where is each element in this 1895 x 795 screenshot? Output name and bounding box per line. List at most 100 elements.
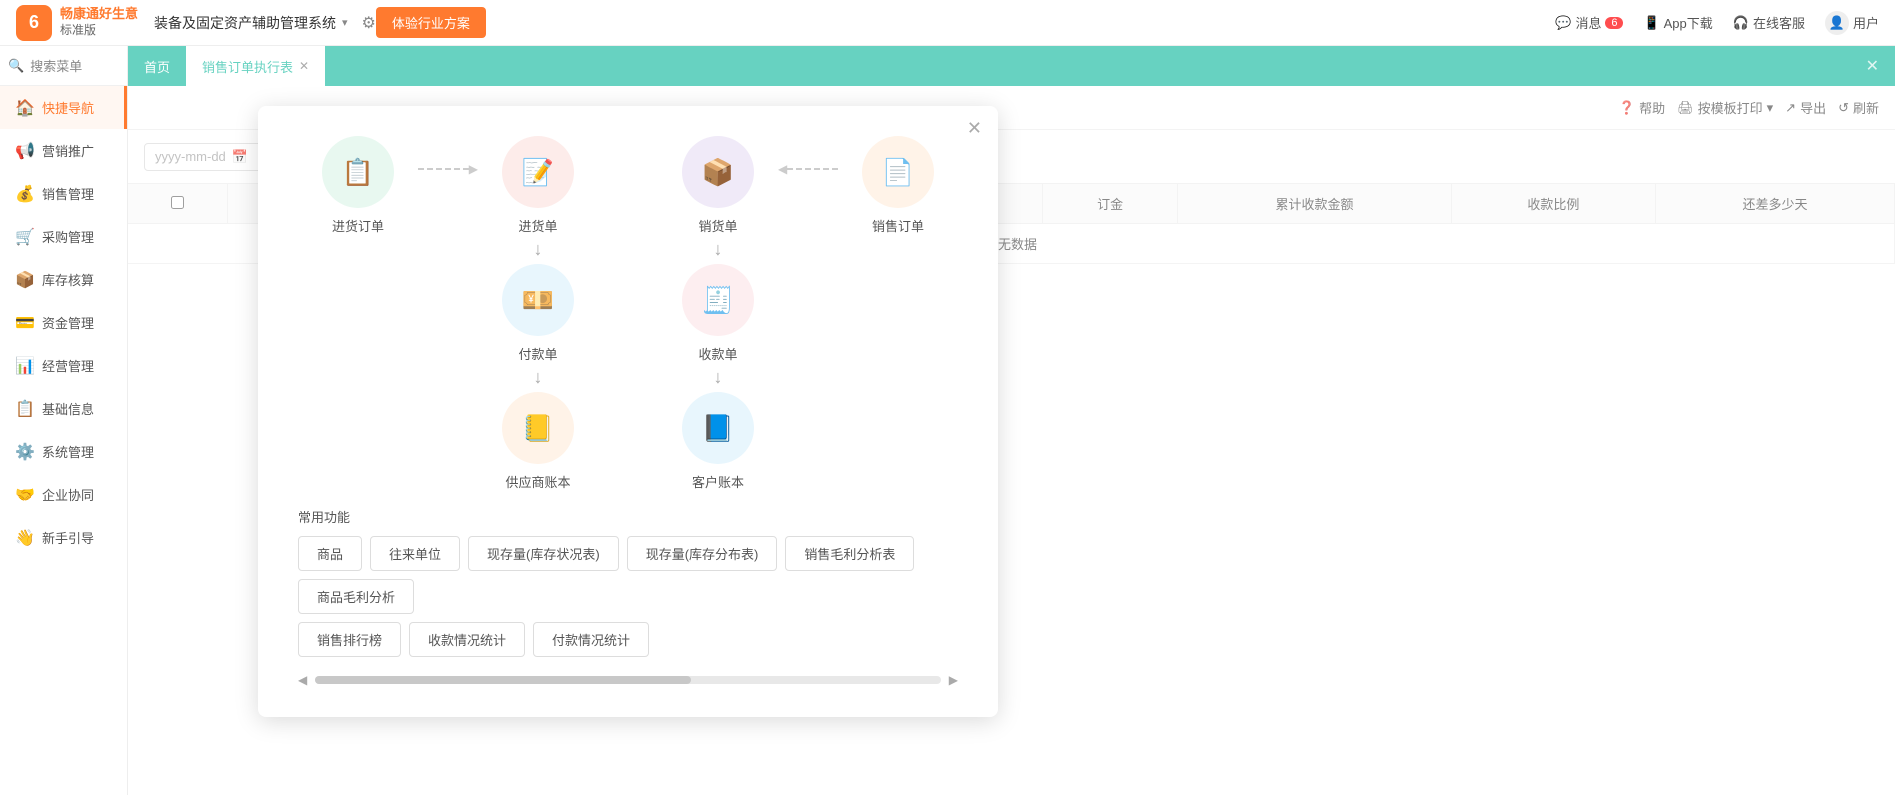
arrow-sales-order-to-bill: ◀ (778, 136, 838, 176)
sidebar-item-inventory[interactable]: 📦 库存核算 (0, 258, 127, 301)
purchase-order-icon: 📋 (322, 136, 394, 208)
flow-col-1: 📝 进货单 ↓ 💴 付款单 ↓ 📒 供应商账本 (478, 136, 598, 491)
search-icon: 🔍 (8, 58, 24, 74)
message-btn[interactable]: 💬 消息 6 (1555, 13, 1623, 32)
topbar-right: 💬 消息 6 📱 App下载 🎧 在线客服 👤 用户 (1555, 11, 1879, 35)
func-btn-stock-status[interactable]: 现存量(库存状况表) (468, 536, 619, 571)
purchase-order-node: 📋 进货订单 (298, 136, 418, 235)
func-buttons-row2: 销售排行榜 收款情况统计 付款情况统计 (298, 622, 958, 657)
sidebar-item-newbie[interactable]: 👋 新手引导 (0, 516, 127, 559)
purchase-bill-node: 📝 进货单 (478, 136, 598, 235)
scroll-track[interactable] (315, 676, 941, 684)
flow-col-2: 📦 销货单 ↓ 🧾 收款单 ↓ 📘 客户账本 (658, 136, 778, 491)
sales-bill-label: 销货单 (698, 216, 737, 235)
sidebar-item-marketing[interactable]: 📢 营销推广 (0, 129, 127, 172)
modal-scrollbar: ◀ ▶ (298, 673, 958, 687)
sidebar-search[interactable]: 🔍 搜索菜单 (0, 46, 127, 86)
func-btn-stock-dist[interactable]: 现存量(库存分布表) (627, 536, 778, 571)
arrow-down-2: ↓ (714, 239, 723, 260)
modal-close-icon[interactable]: ✕ (967, 118, 982, 139)
content-area: 首页 销售订单执行表 ✕ ✕ ❓ 帮助 🖨 按模板打印 ▾ (128, 46, 1895, 795)
search-menu-btn[interactable]: 🔍 搜索菜单 (8, 56, 119, 75)
func-btn-goods-profit[interactable]: 商品毛利分析 (298, 579, 414, 614)
purchase-bill-label: 进货单 (518, 216, 557, 235)
sidebar-nav: 🏠 快捷导航 📢 营销推广 💰 销售管理 🛒 采购管理 📦 库存核 (0, 86, 127, 795)
service-icon: 🎧 (1733, 15, 1749, 31)
system-icon: ⚙️ (16, 443, 34, 461)
main-area: 🔍 搜索菜单 🏠 快捷导航 📢 营销推广 💰 销售管理 🛒 (0, 46, 1895, 795)
finance-icon: 💳 (16, 314, 34, 332)
app-download-btn[interactable]: 📱 App下载 (1643, 13, 1712, 32)
supplier-ledger-label: 供应商账本 (505, 472, 570, 491)
experience-button[interactable]: 体验行业方案 (376, 7, 486, 38)
func-btn-payment-stats[interactable]: 付款情况统计 (533, 622, 649, 657)
purchase-icon: 🛒 (16, 228, 34, 246)
system-dropdown-arrow[interactable]: ▾ (342, 16, 348, 29)
func-btn-goods[interactable]: 商品 (298, 536, 362, 571)
sales-bill-icon: 📦 (682, 136, 754, 208)
flow-diagram: 📋 进货订单 ▶ 📝 (298, 136, 958, 491)
user-btn[interactable]: 👤 用户 (1825, 11, 1879, 35)
online-service-btn[interactable]: 🎧 在线客服 (1733, 13, 1805, 32)
supplier-ledger-node: 📒 供应商账本 (478, 392, 598, 491)
sales-order-label: 销售订单 (872, 216, 924, 235)
sidebar-item-quick-nav[interactable]: 🏠 快捷导航 (0, 86, 127, 129)
download-icon: 📱 (1643, 15, 1659, 31)
arrow-purchase-order-to-bill: ▶ (418, 136, 478, 176)
sidebar-item-system[interactable]: ⚙️ 系统管理 (0, 430, 127, 473)
payment-bill-node: 💴 付款单 (478, 264, 598, 363)
purchase-bill-icon: 📝 (502, 136, 574, 208)
logo-icon: 6 (16, 5, 52, 41)
sidebar-item-collab[interactable]: 🤝 企业协同 (0, 473, 127, 516)
receipt-bill-node: 🧾 收款单 (658, 264, 778, 363)
sales-order-icon: 📄 (862, 136, 934, 208)
marketing-icon: 📢 (16, 142, 34, 160)
sidebar-item-finance[interactable]: 💳 资金管理 (0, 301, 127, 344)
sales-bill-node: 📦 销货单 (658, 136, 778, 235)
system-name: 装备及固定资产辅助管理系统 ▾ ⚙ (154, 13, 376, 33)
purchase-order-label: 进货订单 (332, 216, 384, 235)
quick-nav-icon: 🏠 (16, 99, 34, 117)
message-badge: 6 (1605, 17, 1623, 29)
func-buttons-row1: 商品 往来单位 现存量(库存状况表) 现存量(库存分布表) 销售毛利分析表 商品… (298, 536, 958, 614)
supplier-ledger-icon: 📒 (502, 392, 574, 464)
flow-col-0: 📋 进货订单 (298, 136, 418, 235)
sales-icon: 💰 (16, 185, 34, 203)
sidebar: 🔍 搜索菜单 🏠 快捷导航 📢 营销推广 💰 销售管理 🛒 (0, 46, 128, 795)
func-btn-receipt-stats[interactable]: 收款情况统计 (409, 622, 525, 657)
sidebar-item-basic[interactable]: 📋 基础信息 (0, 387, 127, 430)
func-btn-sales-profit[interactable]: 销售毛利分析表 (785, 536, 914, 571)
user-icon: 👤 (1825, 11, 1849, 35)
message-icon: 💬 (1555, 15, 1571, 31)
inventory-icon: 📦 (16, 271, 34, 289)
scroll-right-icon[interactable]: ▶ (949, 673, 958, 687)
func-btn-partners[interactable]: 往来单位 (370, 536, 460, 571)
scroll-left-icon[interactable]: ◀ (298, 673, 307, 687)
arrow-down-2b: ↓ (714, 367, 723, 388)
gear-icon[interactable]: ⚙ (362, 13, 376, 33)
collab-icon: 🤝 (16, 486, 34, 504)
logo-text: 畅康通好生意 标准版 (60, 6, 138, 38)
receipt-bill-label: 收款单 (698, 344, 737, 363)
sidebar-item-sales[interactable]: 💰 销售管理 (0, 172, 127, 215)
customer-ledger-icon: 📘 (682, 392, 754, 464)
func-btn-sales-rank[interactable]: 销售排行榜 (298, 622, 401, 657)
common-func-title: 常用功能 (298, 507, 958, 526)
basic-icon: 📋 (16, 400, 34, 418)
sidebar-item-purchase[interactable]: 🛒 采购管理 (0, 215, 127, 258)
logo-area: 6 畅康通好生意 标准版 (16, 5, 138, 41)
top-bar: 6 畅康通好生意 标准版 装备及固定资产辅助管理系统 ▾ ⚙ 体验行业方案 💬 … (0, 0, 1895, 46)
newbie-icon: 👋 (16, 529, 34, 547)
scroll-thumb (315, 676, 690, 684)
sidebar-item-operation[interactable]: 📊 经营管理 (0, 344, 127, 387)
arrow-down-1b: ↓ (534, 367, 543, 388)
arrow-down-1: ↓ (534, 239, 543, 260)
payment-bill-label: 付款单 (518, 344, 557, 363)
customer-ledger-node: 📘 客户账本 (658, 392, 778, 491)
modal-overlay[interactable]: ✕ 📋 进货订单 (128, 46, 1895, 795)
payment-bill-icon: 💴 (502, 264, 574, 336)
flow-col-3: 📄 销售订单 (838, 136, 958, 235)
receipt-bill-icon: 🧾 (682, 264, 754, 336)
sales-order-node: 📄 销售订单 (838, 136, 958, 235)
customer-ledger-label: 客户账本 (692, 472, 744, 491)
